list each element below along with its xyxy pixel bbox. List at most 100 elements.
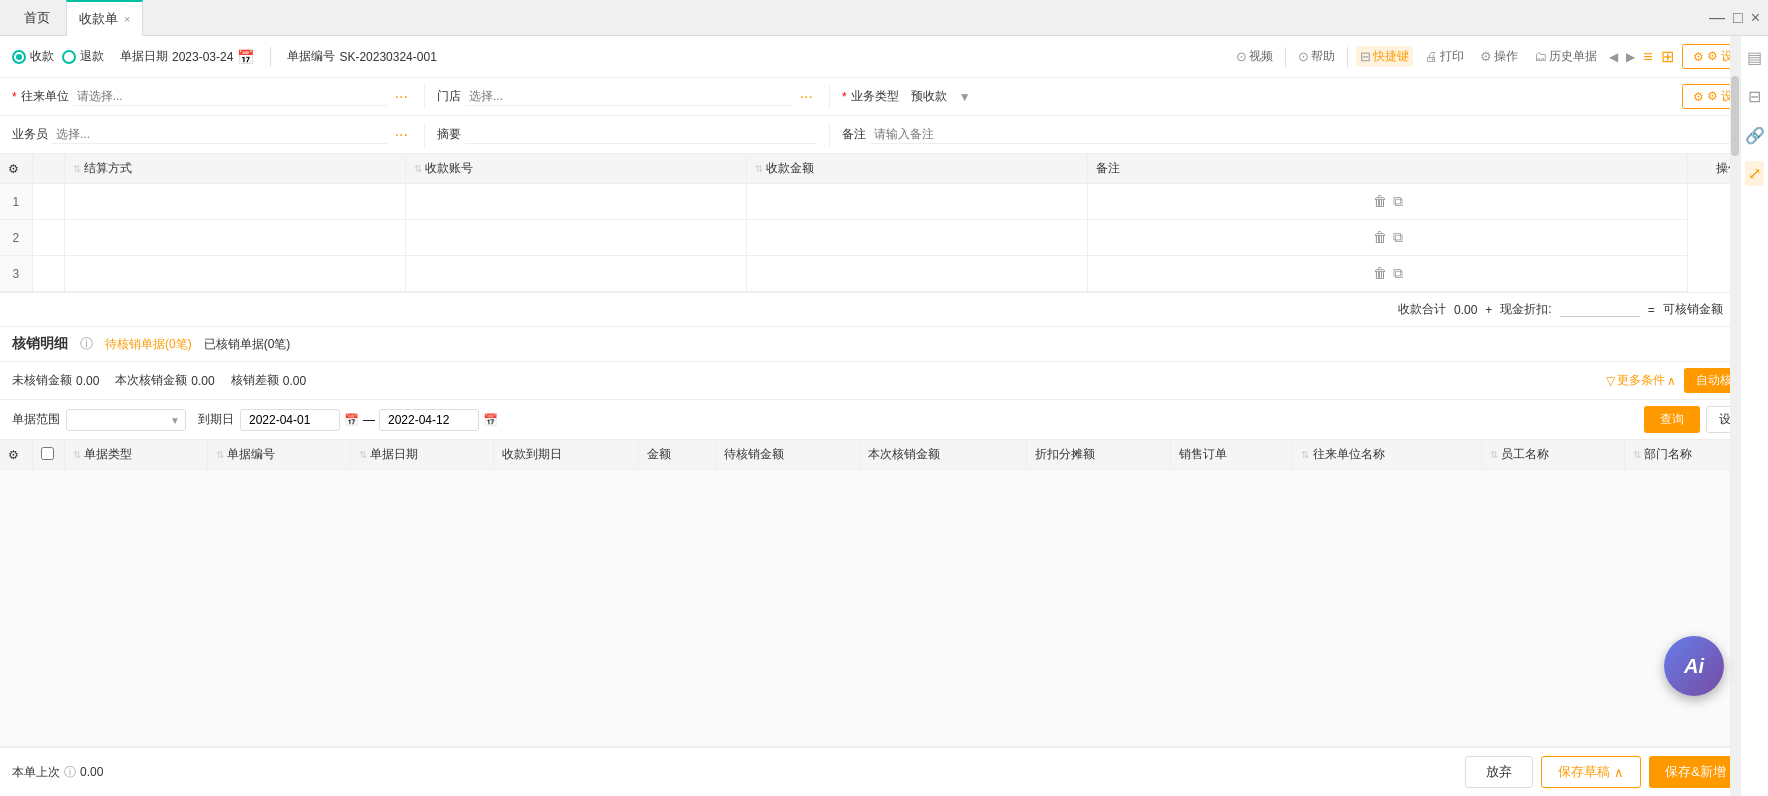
partner-dots-btn[interactable]: ··· (391, 88, 412, 106)
row-1-delete-icon[interactable]: 🗑 (1373, 193, 1387, 210)
partner-input[interactable] (73, 87, 387, 106)
remark-group: 备注 (842, 125, 1756, 144)
select-all-checkbox[interactable] (41, 447, 54, 460)
writeoff-stats: 未核销金额 0.00 本次核销金额 0.00 核销差额 0.00 ▽ 更多条件 … (0, 362, 1768, 400)
row-2-amount[interactable] (405, 220, 746, 256)
salesperson-dots-btn[interactable]: ··· (391, 126, 412, 144)
total-discount-input[interactable] (1560, 302, 1640, 317)
writeoff-info-icon[interactable]: ⓘ (80, 335, 93, 353)
row-2-settlement[interactable] (32, 220, 64, 256)
biz-type-label: 业务类型 (851, 88, 899, 105)
save-draft-arrow-icon: ∧ (1614, 765, 1624, 780)
shortcut-btn[interactable]: ⊟ 快捷键 (1356, 46, 1413, 67)
done-link[interactable]: 已核销单据(0笔) (204, 336, 291, 353)
receipt-table: ⚙ ⇅ 结算方式 ⇅ 收款账号 ⇅ 收款金额 备注 操作 (0, 154, 1768, 292)
video-btn[interactable]: ⊙ 视频 (1232, 46, 1277, 67)
table-row: 2 🗑 ⧉ (0, 220, 1768, 256)
total-sum-value: 0.00 (1454, 303, 1477, 317)
row-3-account[interactable] (64, 256, 405, 292)
table-col-setting[interactable]: ⚙ (0, 154, 32, 184)
table-row: 3 🗑 ⧉ (0, 256, 1768, 292)
window-controls: — □ × (1709, 9, 1760, 27)
filter-range-select[interactable] (66, 409, 186, 431)
receipt-type-group: 收款 退款 (12, 48, 104, 65)
sidebar-expand-icon[interactable]: ⤢ (1745, 161, 1764, 186)
total-sum-label: 收款合计 (1398, 301, 1446, 318)
pending-link[interactable]: 待核销单据(0笔) (105, 336, 192, 353)
doc-value[interactable]: SK-20230324-001 (339, 50, 436, 64)
more-conditions-label: 更多条件 (1617, 372, 1665, 389)
row-2-copy-icon[interactable]: ⧉ (1393, 229, 1403, 246)
tab-home[interactable]: 首页 (8, 0, 66, 36)
nav-left-icon[interactable]: ◀ (1609, 50, 1618, 64)
current-value: 0.00 (191, 374, 214, 388)
discard-button[interactable]: 放弃 (1465, 756, 1533, 788)
close-window-icon[interactable]: × (1751, 9, 1760, 27)
footer-info-value: 0.00 (80, 765, 103, 779)
summary-input[interactable] (465, 125, 817, 144)
bottom-col-setting[interactable]: ⚙ (0, 440, 32, 470)
print-btn[interactable]: 🖨 打印 (1421, 46, 1468, 67)
row-2-remark[interactable] (746, 220, 1087, 256)
current-label: 本次核销金额 (115, 372, 187, 389)
date-value[interactable]: 2023-03-24 (172, 50, 233, 64)
shop-dots-btn[interactable]: ··· (796, 88, 817, 106)
radio-refund[interactable]: 退款 (62, 48, 104, 65)
filter-date-label: 到期日 (198, 411, 234, 428)
row-3-copy-icon[interactable]: ⧉ (1393, 265, 1403, 282)
save-draft-button[interactable]: 保存草稿 ∧ (1541, 756, 1641, 788)
sort-icon-2: ⇅ (414, 163, 422, 174)
date-from-input[interactable] (240, 409, 340, 431)
shop-input[interactable] (465, 87, 792, 106)
sidebar-link-icon[interactable]: 🔗 (1741, 122, 1769, 149)
collapse-icon: ∧ (1667, 374, 1676, 388)
row-1-copy-icon[interactable]: ⧉ (1393, 193, 1403, 210)
calendar-icon[interactable]: 📅 (237, 49, 254, 65)
row-3-remark[interactable] (746, 256, 1087, 292)
bottom-col-current: 本次核销金额 (859, 440, 1026, 470)
row-3-delete-icon[interactable]: 🗑 (1373, 265, 1387, 282)
scroll-thumb[interactable] (1731, 76, 1739, 156)
shortcut-icon: ⊟ (1360, 49, 1371, 64)
date-to-input[interactable] (379, 409, 479, 431)
bottom-col-check[interactable] (32, 440, 64, 470)
diff-stat: 核销差额 0.00 (231, 372, 306, 389)
row-1-remark[interactable] (746, 184, 1087, 220)
row-1-amount[interactable] (405, 184, 746, 220)
total-equal: = (1648, 303, 1655, 317)
row-1-settlement[interactable] (32, 184, 64, 220)
row-2-delete-icon[interactable]: 🗑 (1373, 229, 1387, 246)
row-3-amount[interactable] (405, 256, 746, 292)
grid-view-icon[interactable]: ⊞ (1661, 47, 1674, 66)
calendar-to-icon[interactable]: 📅 (483, 413, 498, 427)
scrollbar[interactable] (1730, 36, 1740, 796)
divider-1 (270, 47, 271, 67)
radio-receipt-label: 收款 (30, 48, 54, 65)
nav-right-icon[interactable]: ▶ (1626, 50, 1635, 64)
calendar-from-icon[interactable]: 📅 (344, 413, 359, 427)
row-2-account[interactable] (64, 220, 405, 256)
row-2-ops: 🗑 ⧉ (1088, 220, 1688, 256)
tab-receipt[interactable]: 收款单 × (66, 0, 143, 36)
help-btn[interactable]: ⊙ 帮助 (1294, 46, 1339, 67)
sidebar-list-icon[interactable]: ⊟ (1744, 83, 1765, 110)
ops-btn[interactable]: ⚙ 操作 (1476, 46, 1522, 67)
salesperson-input[interactable] (52, 125, 387, 144)
remark-input[interactable] (870, 125, 1756, 144)
minimize-icon[interactable]: — (1709, 9, 1725, 27)
list-view-icon[interactable]: ≡ (1643, 48, 1652, 66)
row-3-settlement[interactable] (32, 256, 64, 292)
maximize-icon[interactable]: □ (1733, 9, 1743, 27)
row-1-account[interactable] (64, 184, 405, 220)
query-button[interactable]: 查询 (1644, 406, 1700, 433)
tab-close-icon[interactable]: × (124, 1, 130, 37)
more-conditions-btn[interactable]: ▽ 更多条件 ∧ (1606, 372, 1676, 389)
sidebar-table-icon[interactable]: ▤ (1743, 44, 1766, 71)
table-col-account: ⇅ 收款账号 (405, 154, 746, 184)
ai-assistant-bubble[interactable]: Ai (1664, 636, 1724, 696)
history-btn[interactable]: 🗂 历史单据 (1530, 46, 1601, 67)
biz-type-dropdown-icon[interactable]: ▼ (959, 90, 971, 104)
bottom-col-doc-date: ⇅ 单据日期 (350, 440, 493, 470)
radio-receipt[interactable]: 收款 (12, 48, 54, 65)
row-num-2: 2 (0, 220, 32, 256)
